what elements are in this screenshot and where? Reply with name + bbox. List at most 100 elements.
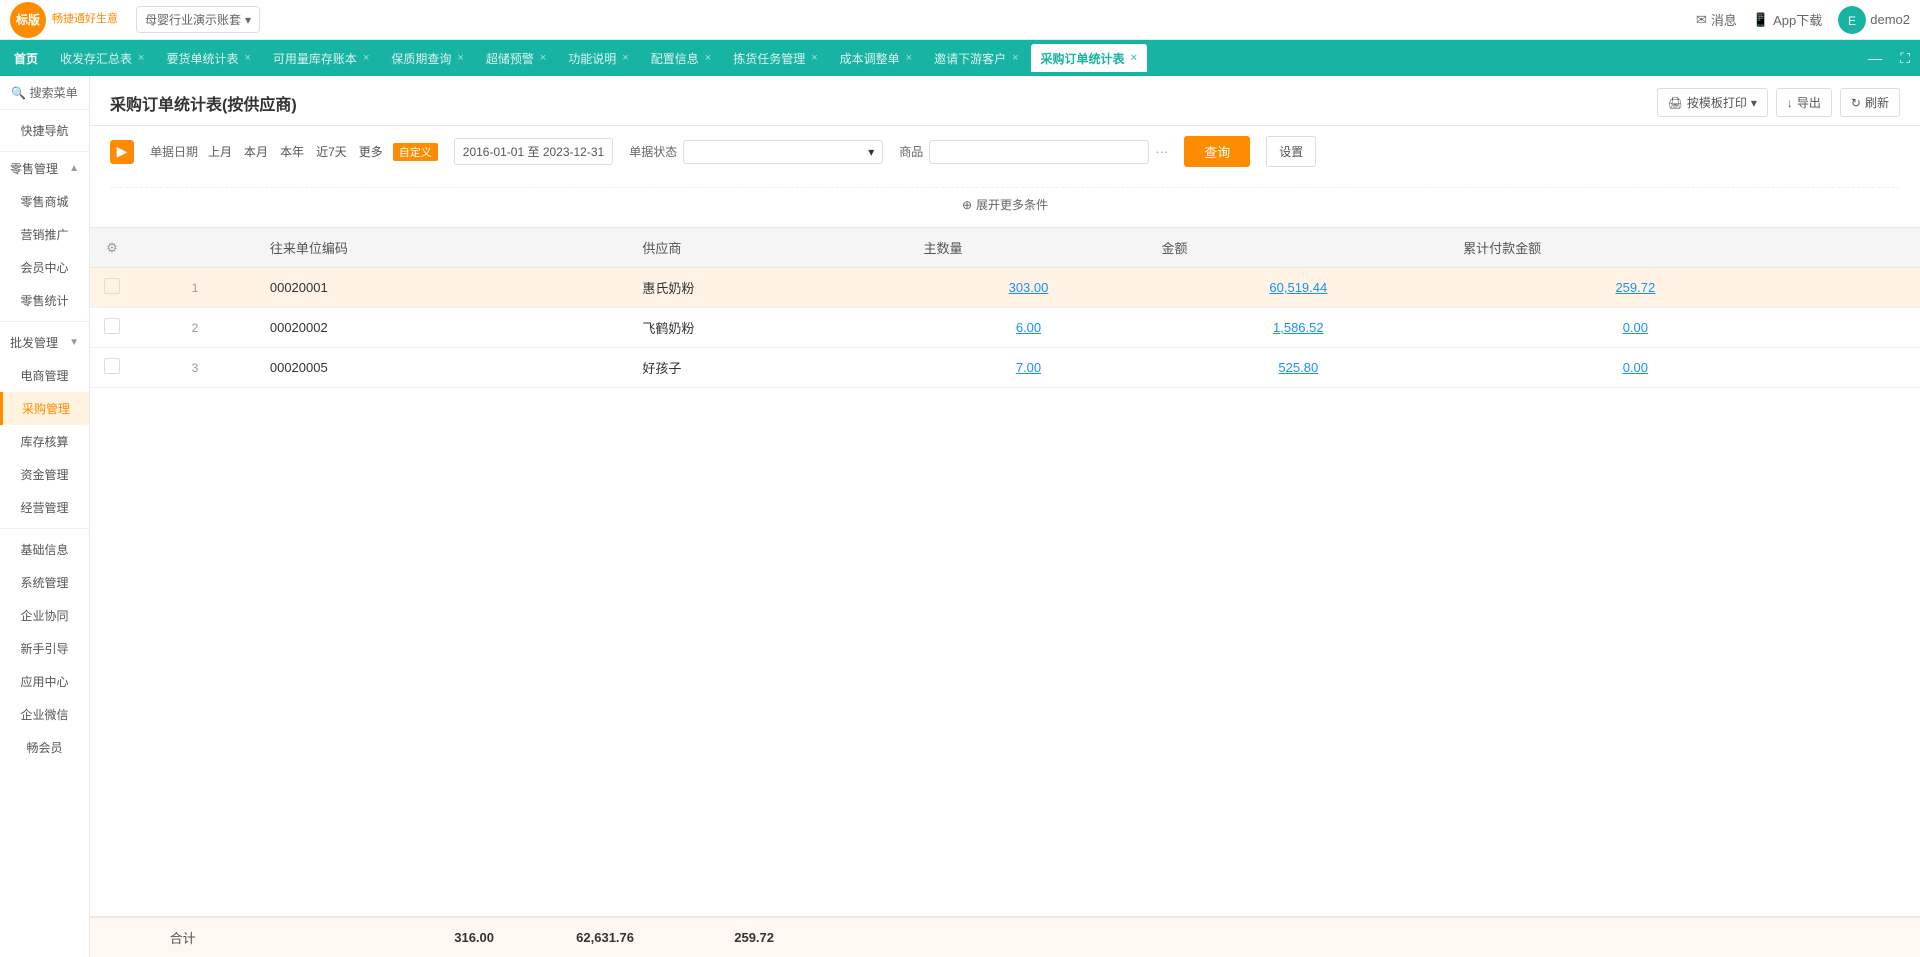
sidebar-item-system[interactable]: 系统管理 bbox=[0, 566, 89, 599]
message-btn[interactable]: ✉ 消息 bbox=[1696, 10, 1737, 29]
search-icon: 🔍 bbox=[11, 86, 26, 100]
tab-configinfo[interactable]: 配置信息 × bbox=[641, 44, 721, 72]
sidebar-item-new-guide[interactable]: 新手引导 bbox=[0, 632, 89, 665]
row-checkbox[interactable] bbox=[104, 318, 120, 334]
sidebar-item-retail-stats[interactable]: 零售统计 bbox=[0, 284, 89, 317]
goods-more-icon[interactable]: ··· bbox=[1155, 144, 1168, 159]
tab-minimize-btn[interactable]: — bbox=[1862, 48, 1888, 69]
sidebar-item-marketing[interactable]: 营销推广 bbox=[0, 218, 89, 251]
tab-purchase-summary[interactable]: 采购订单统计表 × bbox=[1031, 44, 1147, 72]
system-label: 系统管理 bbox=[20, 574, 68, 591]
expand-more-btn[interactable]: ⊕ 展开更多条件 bbox=[950, 192, 1060, 217]
shortcut-7days[interactable]: 近7天 bbox=[312, 141, 351, 162]
row-amount[interactable]: 60,519.44 bbox=[1148, 268, 1450, 308]
template-print-button[interactable]: 🖨 按模板打印 ▾ bbox=[1657, 88, 1768, 117]
sidebar-item-capital[interactable]: 资金管理 bbox=[0, 458, 89, 491]
capital-label: 资金管理 bbox=[20, 466, 68, 483]
sidebar-item-retail-management[interactable]: 零售管理 ▲ bbox=[0, 152, 89, 185]
tab-close-icon[interactable]: × bbox=[138, 52, 144, 64]
row-amount[interactable]: 525.80 bbox=[1148, 348, 1450, 388]
tab-bar: 首页 收发存汇总表 × 要货单统计表 × 可用量库存账本 × 保质期查询 × 超… bbox=[0, 40, 1920, 76]
tab-close-icon[interactable]: × bbox=[622, 52, 628, 64]
row-extra bbox=[1822, 348, 1920, 388]
tab-label: 要货单统计表 bbox=[166, 50, 238, 67]
sidebar-item-wholesale[interactable]: 批发管理 ▼ bbox=[0, 326, 89, 359]
tab-close-icon[interactable]: × bbox=[906, 52, 912, 64]
tab-costadjust[interactable]: 成本调整单 × bbox=[830, 44, 922, 72]
sidebar-search[interactable]: 🔍 搜索菜单 bbox=[0, 76, 89, 110]
row-quantity[interactable]: 6.00 bbox=[909, 308, 1147, 348]
sidebar-item-member[interactable]: 畅会员 bbox=[0, 731, 89, 764]
logo-text: 畅捷通好生意 bbox=[52, 13, 118, 26]
operations-label: 经营管理 bbox=[20, 499, 68, 516]
goods-input[interactable] bbox=[929, 140, 1149, 164]
search-label: 搜索菜单 bbox=[30, 86, 78, 100]
sidebar-item-quicknav[interactable]: 快捷导航 bbox=[0, 114, 89, 147]
tab-picktask[interactable]: 拣货任务管理 × bbox=[723, 44, 827, 72]
sidebar-item-app-center[interactable]: 应用中心 bbox=[0, 665, 89, 698]
col-supplier: 供应商 bbox=[628, 228, 909, 268]
status-select[interactable]: ▾ bbox=[683, 140, 883, 164]
tab-label: 保质期查询 bbox=[391, 50, 451, 67]
workspace-selector[interactable]: 母婴行业演示账套 ▾ bbox=[136, 6, 260, 33]
tab-close-icon[interactable]: × bbox=[244, 52, 250, 64]
date-range[interactable]: 2016-01-01 至 2023-12-31 bbox=[454, 138, 613, 165]
shortcut-this-year[interactable]: 本年 bbox=[276, 141, 308, 162]
row-quantity[interactable]: 303.00 bbox=[909, 268, 1147, 308]
new-guide-label: 新手引导 bbox=[20, 640, 68, 657]
sidebar-item-basic-info[interactable]: 基础信息 bbox=[0, 533, 89, 566]
tab-close-icon[interactable]: × bbox=[705, 52, 711, 64]
tab-close-icon[interactable]: × bbox=[457, 52, 463, 64]
sidebar-item-inventory-check[interactable]: 库存核算 bbox=[0, 425, 89, 458]
tab-invite[interactable]: 邀请下游客户 × bbox=[924, 44, 1028, 72]
query-button[interactable]: 查询 bbox=[1184, 136, 1250, 167]
shortcut-more[interactable]: 更多 bbox=[355, 141, 387, 162]
row-checkbox[interactable] bbox=[104, 358, 120, 374]
chevron-down-icon: ▼ bbox=[69, 337, 79, 348]
column-settings-icon[interactable]: ⚙ bbox=[106, 240, 118, 255]
app-download-btn[interactable]: 📱 App下载 bbox=[1753, 10, 1822, 29]
tab-maximize-btn[interactable]: ⛶ bbox=[1894, 48, 1916, 69]
row-extra bbox=[1822, 308, 1920, 348]
tab-expiry[interactable]: 保质期查询 × bbox=[381, 44, 473, 72]
status-dropdown-icon: ▾ bbox=[868, 145, 874, 159]
tab-goods-summary[interactable]: 要货单统计表 × bbox=[156, 44, 260, 72]
tab-close-icon[interactable]: × bbox=[811, 52, 817, 64]
tab-close-icon[interactable]: × bbox=[1012, 52, 1018, 64]
sidebar-item-retail-mall[interactable]: 零售商城 bbox=[0, 185, 89, 218]
filter-toggle-btn[interactable]: ▶ bbox=[110, 140, 134, 164]
sidebar-item-purchase[interactable]: 采购管理 bbox=[0, 392, 89, 425]
export-button[interactable]: ↓ 导出 bbox=[1776, 88, 1832, 117]
tab-close-icon[interactable]: × bbox=[540, 52, 546, 64]
tab-close-icon[interactable]: × bbox=[363, 52, 369, 64]
row-amount[interactable]: 1,586.52 bbox=[1148, 308, 1450, 348]
row-paid[interactable]: 0.00 bbox=[1449, 308, 1821, 348]
tab-available-inventory[interactable]: 可用量库存账本 × bbox=[263, 44, 379, 72]
row-checkbox[interactable] bbox=[104, 278, 120, 294]
settings-button[interactable]: 设置 bbox=[1266, 136, 1316, 167]
download-icon: 📱 bbox=[1753, 12, 1769, 28]
shortcut-this-month[interactable]: 本月 bbox=[240, 141, 272, 162]
status-filter-group: 单据状态 ▾ bbox=[629, 140, 883, 164]
tab-shofasummary[interactable]: 收发存汇总表 × bbox=[50, 44, 154, 72]
status-filter-label: 单据状态 bbox=[629, 143, 677, 160]
row-num: 3 bbox=[134, 348, 256, 388]
tab-home[interactable]: 首页 bbox=[4, 44, 48, 72]
date-tag: 自定义 bbox=[393, 143, 438, 161]
tab-close-icon[interactable]: × bbox=[1131, 52, 1137, 64]
shortcut-last-month[interactable]: 上月 bbox=[204, 141, 236, 162]
row-quantity[interactable]: 7.00 bbox=[909, 348, 1147, 388]
sidebar-item-member-center[interactable]: 会员中心 bbox=[0, 251, 89, 284]
row-paid[interactable]: 0.00 bbox=[1449, 348, 1821, 388]
sidebar-item-enterprise-wechat[interactable]: 企业微信 bbox=[0, 698, 89, 731]
user-area[interactable]: E demo2 bbox=[1838, 6, 1910, 34]
sidebar-item-ecommerce[interactable]: 电商管理 bbox=[0, 359, 89, 392]
refresh-button[interactable]: ↻ 刷新 bbox=[1840, 88, 1900, 117]
chevron-up-icon: ▲ bbox=[69, 163, 79, 174]
tab-funcdesc[interactable]: 功能说明 × bbox=[558, 44, 638, 72]
tab-overwarning[interactable]: 超储预警 × bbox=[476, 44, 556, 72]
row-paid[interactable]: 259.72 bbox=[1449, 268, 1821, 308]
refresh-icon: ↻ bbox=[1851, 96, 1861, 110]
sidebar-item-enterprise-collab[interactable]: 企业协同 bbox=[0, 599, 89, 632]
sidebar-item-operations[interactable]: 经营管理 bbox=[0, 491, 89, 524]
